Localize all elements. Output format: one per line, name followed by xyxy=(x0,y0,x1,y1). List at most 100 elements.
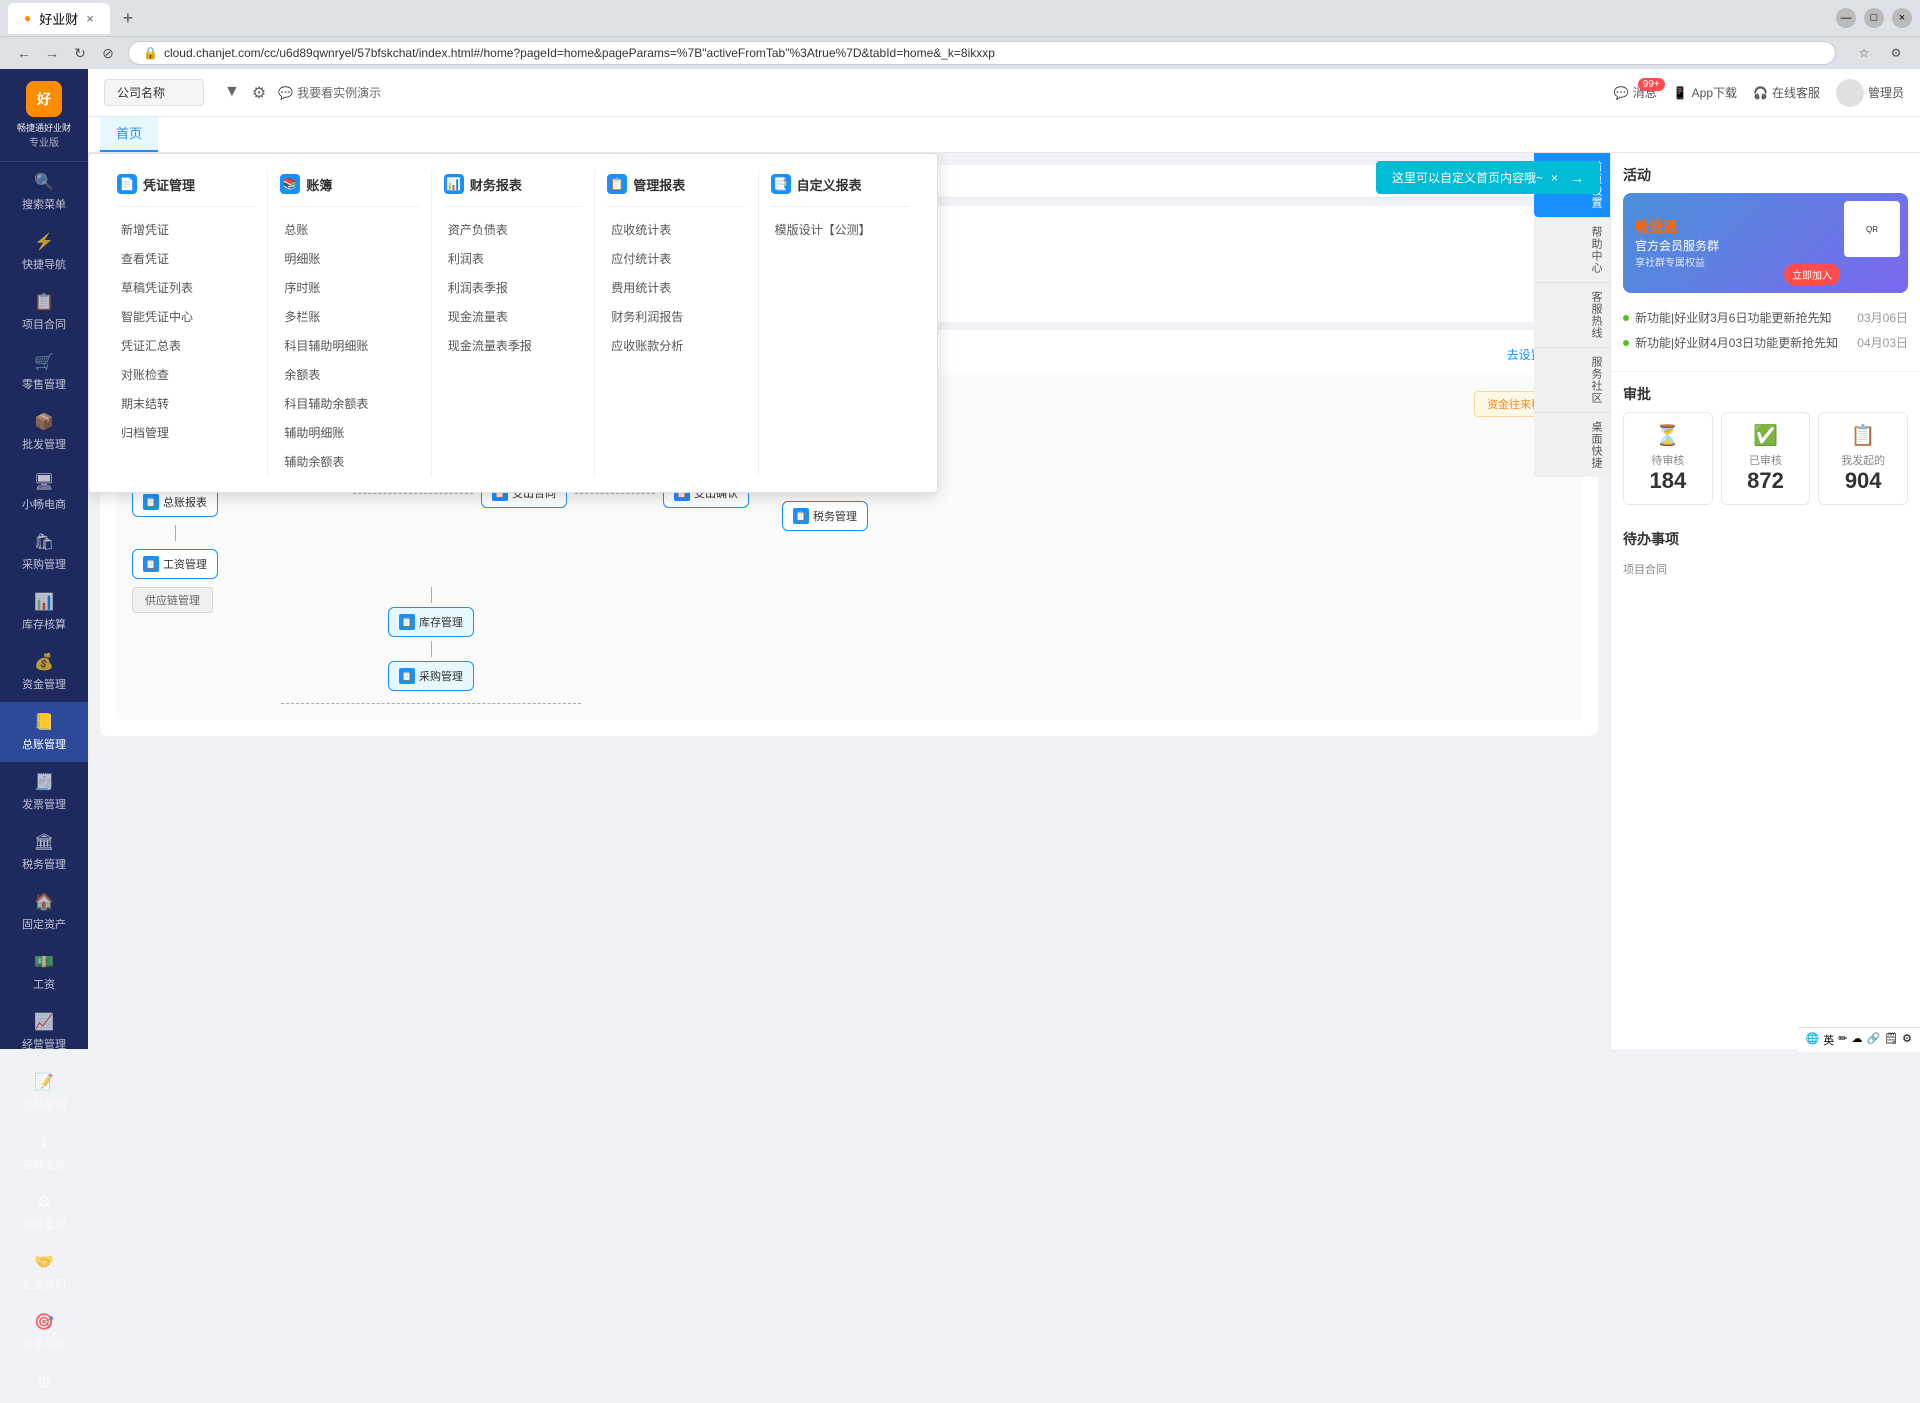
status-icon-5[interactable]: 🔗 xyxy=(1866,1032,1880,1048)
news-item-2[interactable]: 新功能|好业财4月03日功能更新抢先知 04月03日 xyxy=(1623,330,1908,355)
sidebar-settings-btn[interactable]: ⚙ xyxy=(0,1362,88,1403)
menu-item-subject-aux-balance[interactable]: 科目辅助余额表 xyxy=(280,389,418,418)
sidebar-item-collab[interactable]: 🤝 企业协同 xyxy=(0,1242,88,1302)
menu-item-multi-column[interactable]: 多栏账 xyxy=(280,302,418,331)
forward-btn[interactable]: → xyxy=(40,41,64,65)
menu-item-payable-stats[interactable]: 应付统计表 xyxy=(607,244,745,273)
inventory-flow-icon: 📋 xyxy=(399,614,415,630)
delete-btn[interactable]: ⊘ xyxy=(96,41,120,65)
url-bar[interactable]: 🔒 cloud.chanjet.com/cc/u6d89qwnryel/57bf… xyxy=(128,41,1836,65)
sidebar-item-assets[interactable]: 🏠 固定资产 xyxy=(0,882,88,942)
assets-icon: 🏠 xyxy=(34,892,54,912)
app-download-btn[interactable]: 📱 App下载 xyxy=(1673,84,1737,101)
menu-item-journal[interactable]: 序时账 xyxy=(280,273,418,302)
sidebar-item-sys-mgmt[interactable]: ⚙ 系统管理 xyxy=(0,1182,88,1242)
sidebar-item-fund[interactable]: 💰 资金管理 xyxy=(0,642,88,702)
sidebar-item-project[interactable]: 📋 项目合同 xyxy=(0,282,88,342)
sidebar-label-tax: 税务管理 xyxy=(22,856,66,872)
extension-icon[interactable]: ⚙ xyxy=(1884,41,1908,65)
approval-card-approved[interactable]: ✅ 已审核 872 xyxy=(1721,412,1811,505)
service-community-btn[interactable]: 服务社区 xyxy=(1534,347,1610,412)
sidebar-item-payroll[interactable]: 💵 工资 xyxy=(0,942,88,1002)
sidebar-item-inventory[interactable]: 📊 库存核算 xyxy=(0,582,88,642)
menu-item-new-voucher[interactable]: 新增凭证 xyxy=(117,215,255,244)
customer-service-btn[interactable]: 客服热线 xyxy=(1534,282,1610,347)
flow-box-tax[interactable]: 📋 税务管理 xyxy=(782,501,868,531)
menu-item-reconcile[interactable]: 对账检查 xyxy=(117,360,255,389)
menu-item-view-voucher[interactable]: 查看凭证 xyxy=(117,244,255,273)
menu-item-income-statement[interactable]: 利润表 xyxy=(444,244,582,273)
news-item-1[interactable]: 新功能|好业财3月6日功能更新抢先知 03月06日 xyxy=(1623,305,1908,330)
status-icon-7[interactable]: ⚙ xyxy=(1902,1032,1912,1048)
close-btn[interactable]: × xyxy=(1892,8,1912,28)
menu-item-balance-table[interactable]: 余额表 xyxy=(280,360,418,389)
menu-item-cashflow-quarterly[interactable]: 现金流量表季报 xyxy=(444,331,582,360)
sidebar-item-quick-nav[interactable]: ⚡ 快捷导航 xyxy=(0,222,88,282)
menu-item-balance-sheet[interactable]: 资产负债表 xyxy=(444,215,582,244)
status-icon-3[interactable]: ✏ xyxy=(1838,1032,1847,1048)
menu-item-aux-detail[interactable]: 辅助明细账 xyxy=(280,418,418,447)
bookmark-icon[interactable]: ☆ xyxy=(1852,41,1876,65)
status-icon-1[interactable]: 🌐 xyxy=(1806,1032,1820,1048)
menu-item-cashflow[interactable]: 现金流量表 xyxy=(444,302,582,331)
sidebar-item-general-ledger[interactable]: 📒 总账管理 xyxy=(0,702,88,762)
menu-item-general-ledger[interactable]: 总账 xyxy=(280,215,418,244)
refresh-btn[interactable]: ↻ xyxy=(68,41,92,65)
user-menu-btn[interactable]: 管理员 xyxy=(1836,79,1904,107)
menu-item-detail-ledger[interactable]: 明细账 xyxy=(280,244,418,273)
back-btn[interactable]: ← xyxy=(12,41,36,65)
invoice-icon: 🧾 xyxy=(34,772,54,792)
sidebar-item-expense[interactable]: 📝 小畅报销 xyxy=(0,1062,88,1122)
menu-item-subject-detail[interactable]: 科目辅助明细账 xyxy=(280,331,418,360)
menu-item-expense-stats[interactable]: 费用统计表 xyxy=(607,273,745,302)
menu-item-profit-report[interactable]: 财务利润报告 xyxy=(607,302,745,331)
sidebar-item-search[interactable]: 🔍 搜索菜单 xyxy=(0,162,88,222)
approval-card-initiated[interactable]: 📋 我发起的 904 xyxy=(1818,412,1908,505)
company-name[interactable]: 公司名称 xyxy=(104,79,204,106)
approval-card-pending[interactable]: ⏳ 待审核 184 xyxy=(1623,412,1713,505)
status-icon-4[interactable]: ☁ xyxy=(1851,1032,1862,1048)
sidebar-item-tax[interactable]: 🏛 税务管理 xyxy=(0,822,88,882)
tab-close-btn[interactable]: × xyxy=(86,11,94,26)
flow-box-purchase[interactable]: 📋 采购管理 xyxy=(388,661,474,691)
flow-box-inventory[interactable]: 📋 库存管理 xyxy=(388,607,474,637)
flow-box-payroll[interactable]: 📋 工资管理 xyxy=(132,549,218,579)
menu-item-receivable-stats[interactable]: 应收统计表 xyxy=(607,215,745,244)
online-service-btn[interactable]: 🎧 在线客服 xyxy=(1753,84,1820,101)
tab-home[interactable]: 首页 xyxy=(100,115,158,152)
menu-item-receivable-analysis[interactable]: 应收账款分析 xyxy=(607,331,745,360)
join-btn-label[interactable]: 立即加入 xyxy=(1784,264,1840,285)
join-btn[interactable]: 立即加入 xyxy=(1784,264,1840,285)
restore-btn[interactable]: □ xyxy=(1864,8,1884,28)
status-icon-6[interactable]: 🗒 xyxy=(1884,1032,1898,1048)
menu-item-period-close[interactable]: 期末结转 xyxy=(117,389,255,418)
sidebar-item-retail[interactable]: 🛒 零售管理 xyxy=(0,342,88,402)
status-icon-2[interactable]: 英 xyxy=(1823,1032,1834,1048)
menu-item-template-design[interactable]: 模版设计【公测】 xyxy=(771,215,909,244)
notify-close-btn[interactable]: × xyxy=(1551,171,1558,185)
banner-content: 畅捷通 官方会员服务群 享社群专属权益 xyxy=(1635,217,1719,269)
menu-item-smart-voucher[interactable]: 智能凭证中心 xyxy=(117,302,255,331)
menu-item-voucher-summary[interactable]: 凭证汇总表 xyxy=(117,331,255,360)
minimize-btn[interactable]: — xyxy=(1836,8,1856,28)
sidebar-item-operations[interactable]: 📈 经营管理 xyxy=(0,1002,88,1062)
sidebar-item-wholesale[interactable]: 📦 批发管理 xyxy=(0,402,88,462)
help-center-btn[interactable]: 帮助中心 xyxy=(1534,217,1610,282)
menu-item-archive[interactable]: 归档管理 xyxy=(117,418,255,447)
desktop-shortcut-btn[interactable]: 桌面快捷 xyxy=(1534,412,1610,477)
demo-btn[interactable]: 💬 我要看实例演示 xyxy=(278,84,381,101)
dropdown-toggle[interactable]: ▼ xyxy=(224,83,240,103)
active-tab[interactable]: ● 好业财 × xyxy=(8,3,110,34)
menu-item-draft-voucher[interactable]: 草稿凭证列表 xyxy=(117,273,255,302)
sidebar-item-guide[interactable]: 🎯 新手引导 xyxy=(0,1302,88,1362)
url-text: cloud.chanjet.com/cc/u6d89qwnryel/57bfsk… xyxy=(164,46,1821,60)
menu-item-aux-balance[interactable]: 辅助余额表 xyxy=(280,447,418,476)
new-tab-btn[interactable]: + xyxy=(114,4,142,32)
sidebar-item-invoice[interactable]: 🧾 发票管理 xyxy=(0,762,88,822)
settings-toggle[interactable]: ⚙ xyxy=(252,83,266,103)
message-btn[interactable]: 💬 消息 99+ xyxy=(1614,84,1657,101)
menu-item-income-quarterly[interactable]: 利润表季报 xyxy=(444,273,582,302)
sidebar-item-purchase[interactable]: 🛍 采购管理 xyxy=(0,522,88,582)
sidebar-item-basic-info[interactable]: ℹ 基础信息 xyxy=(0,1122,88,1182)
sidebar-item-ecommerce[interactable]: 🖥 小畅电商 xyxy=(0,462,88,522)
